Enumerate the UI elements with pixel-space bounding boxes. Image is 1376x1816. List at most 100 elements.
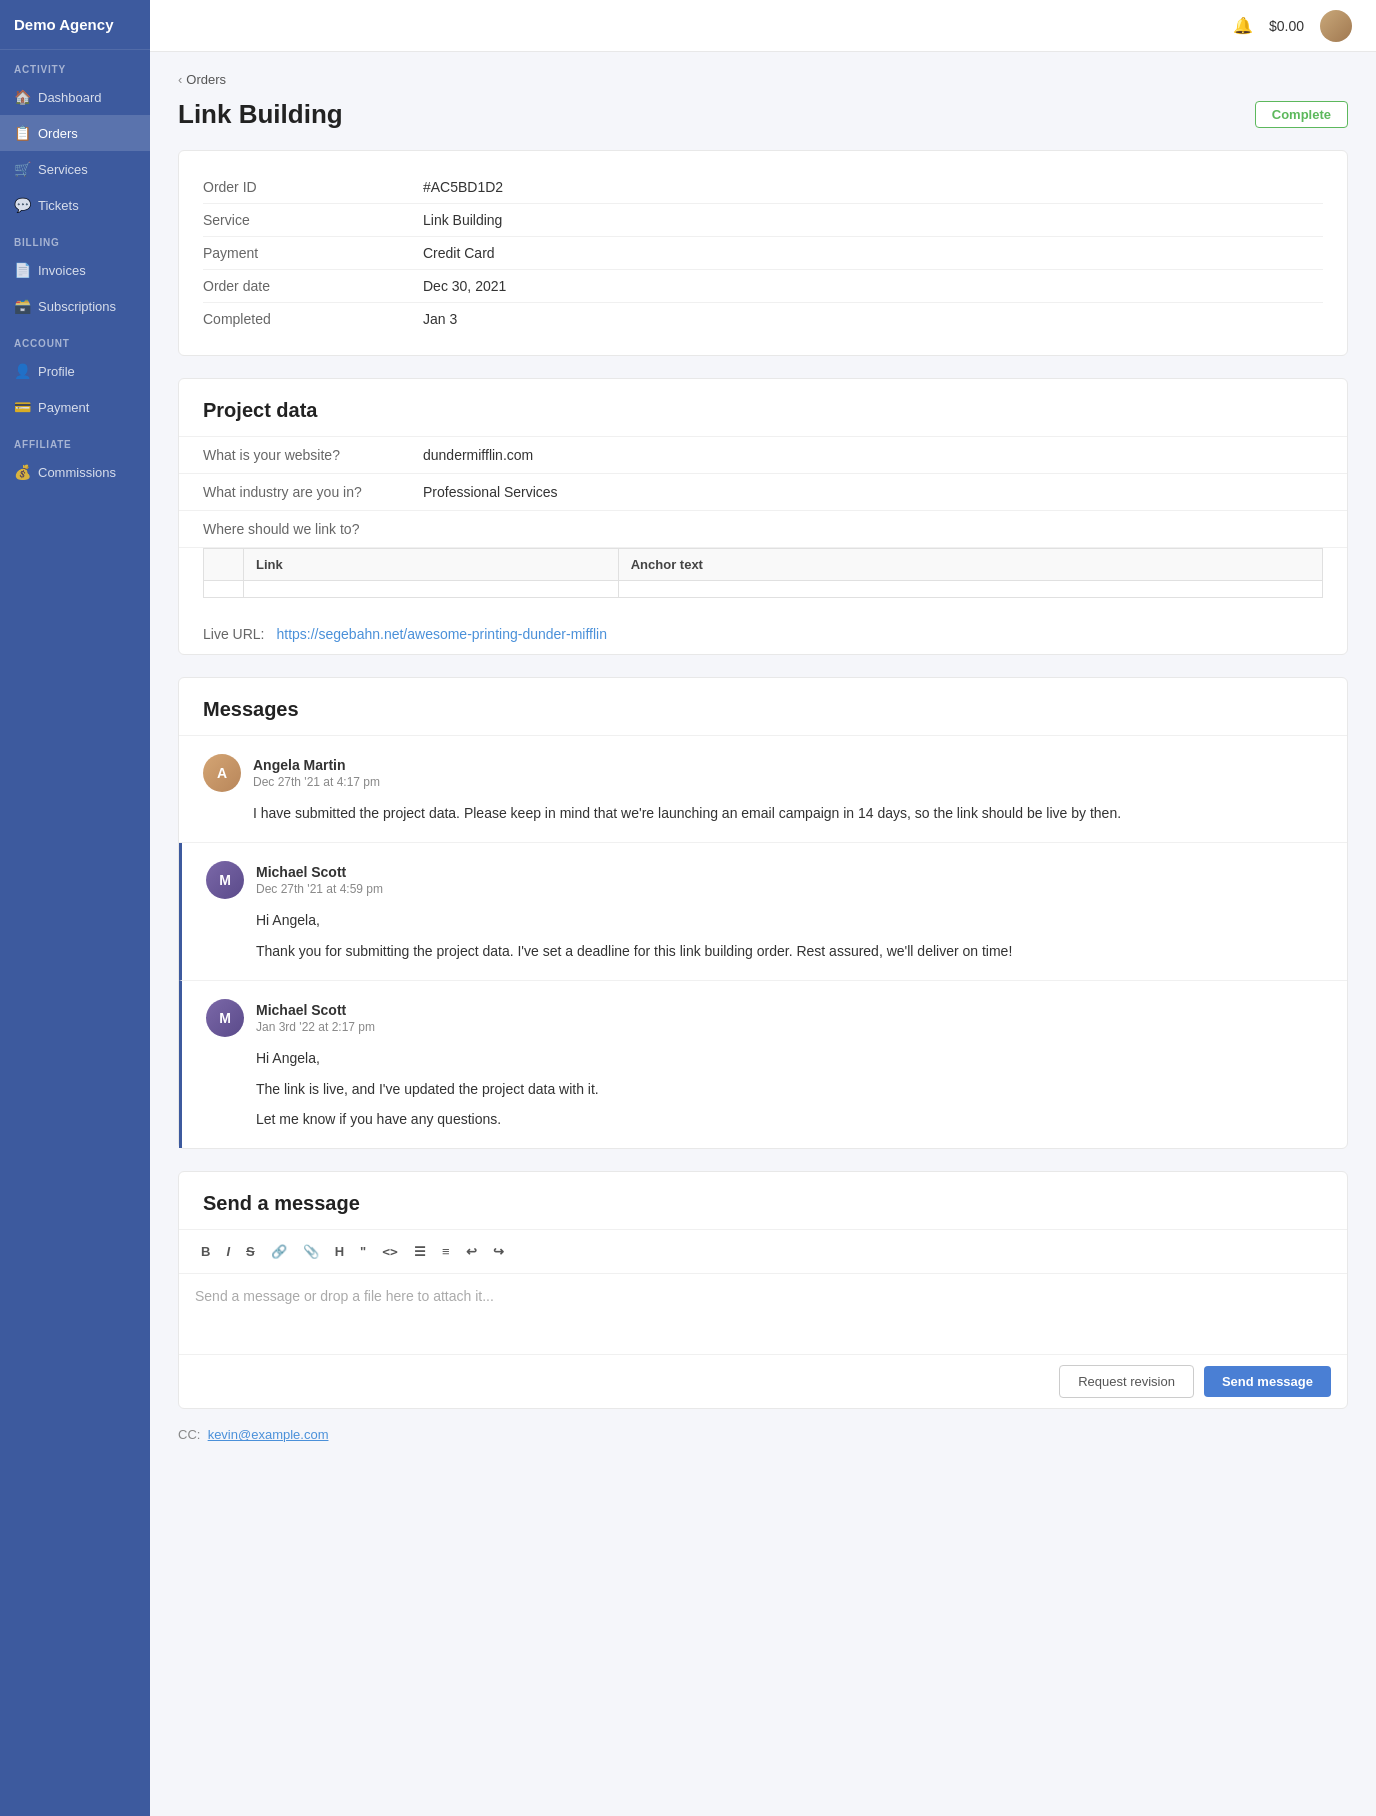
sidebar-item-tickets[interactable]: 💬Tickets (0, 187, 150, 223)
message-date: Jan 3rd '22 at 2:17 pm (256, 1020, 1323, 1034)
sidebar-item-dashboard[interactable]: 🏠 Dashboard (0, 79, 150, 115)
sidebar-item-profile[interactable]: 👤Profile (0, 353, 150, 389)
services-icon: 🛒 (14, 161, 30, 177)
message-paragraph: I have submitted the project data. Pleas… (253, 802, 1323, 824)
message-header: MMichael ScottJan 3rd '22 at 2:17 pm (206, 999, 1323, 1037)
order-details-body: Order ID#AC5BD1D2ServiceLink BuildingPay… (179, 151, 1347, 355)
project-label-website: What is your website? (203, 447, 423, 463)
link-table-col-link: Link (244, 549, 619, 581)
editor-heading-button[interactable]: H (329, 1240, 350, 1263)
cc-label: CC: (178, 1427, 200, 1442)
send-message-title: Send a message (179, 1172, 1347, 1230)
editor-ul-button[interactable]: ☰ (408, 1240, 432, 1263)
editor-actions: Request revision Send message (179, 1354, 1347, 1408)
live-url-row: Live URL: https://segebahn.net/awesome-p… (179, 614, 1347, 654)
message-header: A Angela MartinDec 27th '21 at 4:17 pm (203, 754, 1323, 792)
editor-undo-button[interactable]: ↩ (460, 1240, 483, 1263)
sidebar-item-services[interactable]: 🛒 Services (0, 151, 150, 187)
message-item: A Angela MartinDec 27th '21 at 4:17 pm I h… (179, 736, 1347, 843)
sidebar: Demo Agency ACTIVITY🏠Dashboard📋Orders🛒Se… (0, 0, 150, 1816)
message-date: Dec 27th '21 at 4:59 pm (256, 882, 1323, 896)
project-value-website: dundermifflin.com (423, 447, 533, 463)
page-content: ‹ Orders Link Building Complete Order ID… (150, 52, 1376, 1816)
order-detail-row: ServiceLink Building (203, 204, 1323, 237)
link-table-wrapper: Link Anchor text (179, 548, 1347, 614)
editor-code-button[interactable]: <> (376, 1240, 404, 1263)
orders-icon: 📋 (14, 125, 30, 141)
sidebar-label-invoices: Invoices (38, 263, 86, 278)
editor-attach-button[interactable]: 📎 (297, 1240, 325, 1263)
message-avatar: M (206, 861, 244, 899)
message-item: MMichael ScottDec 27th '21 at 4:59 pm Hi … (179, 843, 1347, 981)
sidebar-label-payment: Payment (38, 400, 89, 415)
breadcrumb[interactable]: ‹ Orders (178, 72, 1348, 87)
sidebar-label-subscriptions: Subscriptions (38, 299, 116, 314)
link-table-col-anchor: Anchor text (618, 549, 1322, 581)
live-url-link[interactable]: https://segebahn.net/awesome-printing-du… (276, 626, 606, 642)
sidebar-label-dashboard: Dashboard (38, 90, 102, 105)
message-avatar: A (203, 754, 241, 792)
sidebar-item-commissions[interactable]: 💰Commissions (0, 454, 150, 490)
live-url-label: Live URL: (203, 626, 264, 642)
send-message-button[interactable]: Send message (1204, 1366, 1331, 1397)
message-paragraph: Thank you for submitting the project dat… (256, 940, 1323, 962)
editor-strikethrough-button[interactable]: S (240, 1240, 261, 1263)
sidebar-item-payment[interactable]: 💳 Payment (0, 389, 150, 425)
link-table-row (204, 581, 1323, 598)
balance-display: $0.00 (1269, 18, 1304, 34)
sidebar-item-orders[interactable]: 📋 Orders (0, 115, 150, 151)
brand-name: Demo Agency (0, 0, 150, 50)
project-data-title: Project data (179, 379, 1347, 437)
dashboard-icon: 🏠 (14, 89, 30, 105)
page-title: Link Building (178, 99, 343, 130)
avatar[interactable] (1320, 10, 1352, 42)
project-row-website: What is your website? dundermifflin.com (179, 437, 1347, 474)
link-table-cell-num (204, 581, 244, 598)
subscriptions-icon: 🗃️ (14, 298, 30, 314)
editor-bold-button[interactable]: B (195, 1240, 216, 1263)
project-row-link-to: Where should we link to? (179, 511, 1347, 548)
editor-area[interactable]: Send a message or drop a file here to at… (179, 1274, 1347, 1354)
order-detail-label: Completed (203, 311, 423, 327)
order-detail-value: Link Building (423, 212, 502, 228)
order-details-card: Order ID#AC5BD1D2ServiceLink BuildingPay… (178, 150, 1348, 356)
editor-toolbar: B I S 🔗 📎 H " <> ☰ ≡ ↩ ↪ (179, 1230, 1347, 1274)
message-paragraph: Let me know if you have any questions. (256, 1108, 1323, 1130)
page-header: Link Building Complete (178, 99, 1348, 130)
sidebar-label-services: Services (38, 162, 88, 177)
editor-redo-button[interactable]: ↪ (487, 1240, 510, 1263)
editor-link-button[interactable]: 🔗 (265, 1240, 293, 1263)
sidebar-section-label: ACCOUNT (0, 324, 150, 353)
sidebar-label-orders: Orders (38, 126, 78, 141)
sidebar-label-profile: Profile (38, 364, 75, 379)
request-revision-button[interactable]: Request revision (1059, 1365, 1194, 1398)
commissions-icon: 💰 (14, 464, 30, 480)
project-value-industry: Professional Services (423, 484, 558, 500)
message-header: MMichael ScottDec 27th '21 at 4:59 pm (206, 861, 1323, 899)
sidebar-section-label: BILLING (0, 223, 150, 252)
order-detail-value: Credit Card (423, 245, 495, 261)
message-avatar: M (206, 999, 244, 1037)
invoices-icon: 📄 (14, 262, 30, 278)
message-meta: Angela MartinDec 27th '21 at 4:17 pm (253, 757, 1323, 789)
cc-email-link[interactable]: kevin@example.com (208, 1427, 329, 1442)
order-detail-label: Order ID (203, 179, 423, 195)
messages-section: Messages AAngela MartinDec 27th '21 at 4… (178, 677, 1348, 1149)
topbar: 🔔 $0.00 (150, 0, 1376, 52)
editor-blockquote-button[interactable]: " (354, 1240, 372, 1263)
payment-icon: 💳 (14, 399, 30, 415)
notification-bell-icon[interactable]: 🔔 (1233, 16, 1253, 35)
sidebar-section-label: AFFILIATE (0, 425, 150, 454)
order-detail-label: Payment (203, 245, 423, 261)
sidebar-item-invoices[interactable]: 📄 Invoices (0, 252, 150, 288)
editor-ol-button[interactable]: ≡ (436, 1240, 456, 1263)
sidebar-item-subscriptions[interactable]: 🗃️ Subscriptions (0, 288, 150, 324)
editor-italic-button[interactable]: I (220, 1240, 236, 1263)
editor-placeholder: Send a message or drop a file here to at… (195, 1288, 494, 1304)
avatar-letter: A (217, 765, 227, 781)
message-item: MMichael ScottJan 3rd '22 at 2:17 pmHi A… (179, 981, 1347, 1148)
message-paragraph: The link is live, and I've updated the p… (256, 1078, 1323, 1100)
message-body: Hi Angela,Thank you for submitting the p… (206, 909, 1323, 962)
cc-row: CC: kevin@example.com (178, 1421, 1348, 1448)
main-content: 🔔 $0.00 ‹ Orders Link Building Complete … (150, 0, 1376, 1816)
